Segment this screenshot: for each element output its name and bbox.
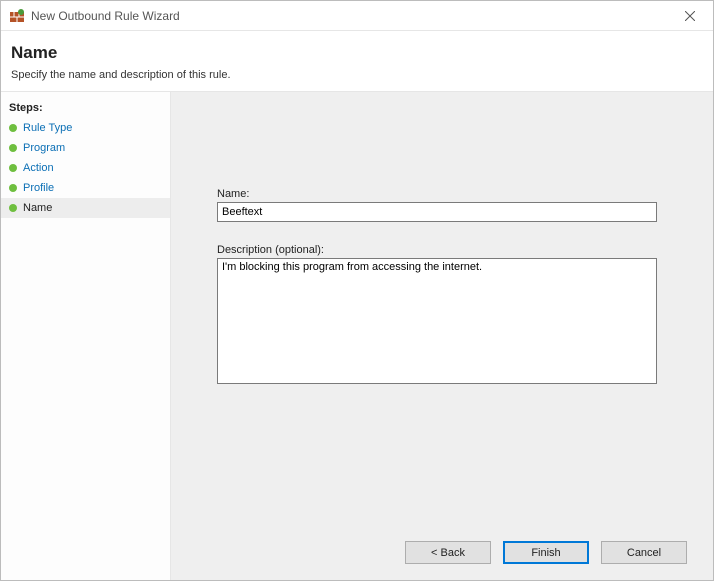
steps-sidebar: Steps: Rule Type Program Action Profile … (1, 92, 171, 580)
step-label: Action (23, 162, 54, 174)
firewall-icon (9, 8, 25, 24)
step-label: Profile (23, 182, 54, 194)
back-button[interactable]: < Back (405, 541, 491, 564)
step-label: Name (23, 202, 52, 214)
step-rule-type[interactable]: Rule Type (1, 118, 170, 138)
step-bullet-icon (9, 164, 17, 172)
step-bullet-icon (9, 144, 17, 152)
finish-button[interactable]: Finish (503, 541, 589, 564)
step-bullet-icon (9, 184, 17, 192)
titlebar: New Outbound Rule Wizard (1, 1, 713, 31)
steps-title: Steps: (1, 96, 170, 118)
wizard-body: Steps: Rule Type Program Action Profile … (1, 92, 713, 580)
step-program[interactable]: Program (1, 138, 170, 158)
step-name[interactable]: Name (1, 198, 170, 218)
page-title: Name (11, 43, 703, 63)
step-bullet-icon (9, 124, 17, 132)
button-bar: < Back Finish Cancel (171, 531, 713, 580)
close-button[interactable] (673, 5, 707, 27)
name-input[interactable] (217, 202, 657, 222)
description-textarea[interactable] (217, 258, 657, 384)
step-action[interactable]: Action (1, 158, 170, 178)
step-bullet-icon (9, 204, 17, 212)
name-label: Name: (217, 188, 683, 200)
content-pane: Name: Description (optional): < Back Fin… (171, 92, 713, 580)
window-title: New Outbound Rule Wizard (31, 9, 180, 23)
wizard-window: New Outbound Rule Wizard Name Specify th… (0, 0, 714, 581)
step-label: Program (23, 142, 65, 154)
description-label: Description (optional): (217, 244, 683, 256)
step-label: Rule Type (23, 122, 72, 134)
page-header: Name Specify the name and description of… (1, 31, 713, 92)
form-area: Name: Description (optional): (171, 92, 713, 531)
cancel-button[interactable]: Cancel (601, 541, 687, 564)
step-profile[interactable]: Profile (1, 178, 170, 198)
page-subtitle: Specify the name and description of this… (11, 69, 703, 81)
